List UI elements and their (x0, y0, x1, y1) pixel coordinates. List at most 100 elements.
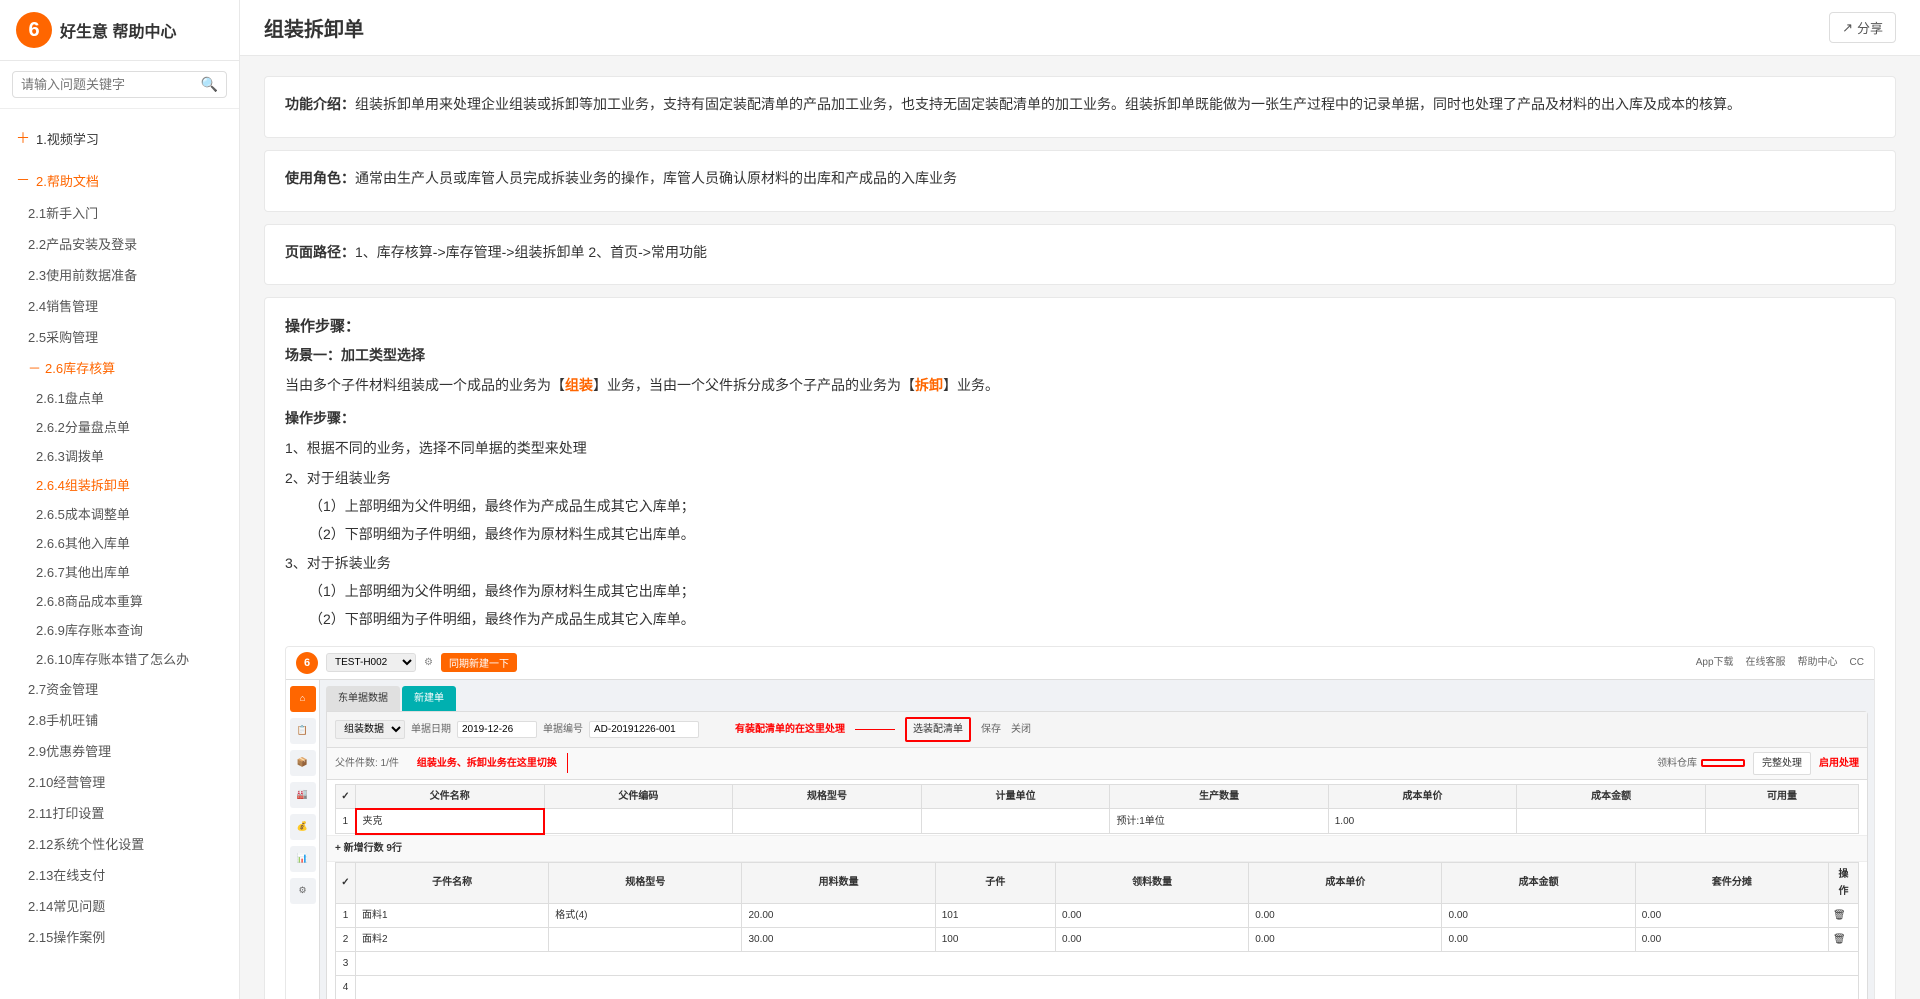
sidebar-item-purchase[interactable]: 2.5采购管理 (0, 321, 239, 352)
mock-ltr1-spec: 格式(4) (549, 903, 742, 927)
mock-order-icon[interactable]: 📋 (290, 718, 316, 744)
sidebar-item-faq[interactable]: 2.14常见问题 (0, 890, 239, 921)
sidebar-item-videos[interactable]: ＋ 1.视频学习 (0, 121, 239, 155)
mock-upper-table-area: ✓ 父件名称 父件编码 规格型号 计量单位 生产数量 成本单价 (327, 780, 1867, 835)
sidebar-item-mobile[interactable]: 2.8手机旺铺 (0, 704, 239, 735)
mock-lth-sub: 子件 (935, 862, 1055, 903)
mock-app-body: ⌂ 📋 📦 🏭 💰 📊 ⚙ 东单据数据 (286, 680, 1874, 999)
mock-goods-icon[interactable]: 📦 (290, 750, 316, 776)
annotation-enable-label: 启用处理 (1819, 758, 1859, 769)
mock-warehouse-area: 领料仓库 (1657, 755, 1745, 772)
mock-ltr3-idx: 3 (336, 951, 356, 975)
sidebar-item-dataprep[interactable]: 2.3使用前数据准备 (0, 259, 239, 290)
sidebar-item-inventory-count[interactable]: 2.6.1盘点单 (0, 383, 239, 412)
mock-window: 组装数据 拆卸 单据日期 单据编号 有装配清单的在这里处理 (326, 711, 1868, 999)
mock-new-btn[interactable]: 同期新建一下 (441, 653, 517, 672)
mock-settings-icon[interactable]: ⚙ (290, 878, 316, 904)
sidebar-item-helpdoc[interactable]: － 2.帮助文档 (0, 163, 239, 197)
mock-tabs: 东单据数据 新建单 (326, 686, 1868, 711)
nav-section-2: － 2.帮助文档 2.1新手入门 2.2产品安装及登录 2.3使用前数据准备 2… (0, 159, 239, 956)
mock-ltr1-name[interactable]: 面料1 (356, 903, 549, 927)
sidebar-nav: ＋ 1.视频学习 － 2.帮助文档 2.1新手入门 2.2产品安装及登录 2.3… (0, 109, 239, 999)
mock-version: ⚙ (424, 654, 433, 671)
annotation-switch: 组装业务、拆卸业务在这里切换 (417, 755, 557, 772)
sidebar-item-inventory-costadjust[interactable]: 2.6.5成本调整单 (0, 499, 239, 528)
mock-warehouse-input[interactable] (1701, 759, 1745, 767)
sidebar-item-inventory-costrecalc[interactable]: 2.6.8商品成本重算 (0, 586, 239, 615)
mock-lth-qty: 用料数量 (742, 862, 935, 903)
mock-lower-row-3: 3 (336, 951, 1859, 975)
sidebar-item-install[interactable]: 2.2产品安装及登录 (0, 228, 239, 259)
sidebar-item-sales[interactable]: 2.4销售管理 (0, 290, 239, 321)
mock-biztype-select[interactable]: 组装数据 拆卸 (335, 720, 405, 739)
sidebar-item-inventory-transfer[interactable]: 2.6.3调拨单 (0, 441, 239, 470)
mock-upper-cell-qty: 预计:1单位 (1110, 809, 1328, 834)
share-icon: ↗ (1842, 20, 1853, 36)
mock-ltr2-pick: 0.00 (1056, 927, 1249, 951)
step3-sub1: （1）上部明细为父件明细，最终作为原材料生成其它出库单； (309, 580, 1875, 604)
path-text: 页面路径：1、库存核算->库存管理->组装拆卸单 2、首页->常用功能 (285, 241, 1875, 265)
sidebar-item-cases[interactable]: 2.15操作案例 (0, 921, 239, 952)
screenshot-container: 6 TEST-H002 ⚙ 同期新建一下 App下载 在线客服 帮助中心 CC (285, 646, 1875, 999)
role-card: 使用角色：通常由生产人员或库管人员完成拆装业务的操作，库管人员确认原材料的出库和… (264, 150, 1896, 212)
search-wrap[interactable]: 🔍 (12, 71, 227, 98)
sidebar-item-inventory[interactable]: － 2.6库存核算 (0, 352, 239, 383)
plus-icon: ＋ (16, 128, 30, 148)
search-input[interactable] (21, 77, 201, 92)
step2-sub: （1）上部明细为父件明细，最终作为产成品生成其它入库单； （2）下部明细为子件明… (285, 495, 1875, 547)
mock-ltr4-empty (356, 975, 1859, 999)
mock-bom-btn[interactable]: 选装配清单 (905, 717, 971, 742)
sidebar-item-inventory-splitcount[interactable]: 2.6.2分量盘点单 (0, 412, 239, 441)
mock-home-icon[interactable]: ⌂ (290, 686, 316, 712)
mock-warehouse-icon[interactable]: 🏭 (290, 782, 316, 808)
mock-ltr2-ops[interactable]: 🗑 (1829, 927, 1859, 951)
screenshot-mock: 6 TEST-H002 ⚙ 同期新建一下 App下载 在线客服 帮助中心 CC (286, 647, 1874, 999)
sidebar-item-inventory-assembly[interactable]: 2.6.4组装拆卸单 (0, 470, 239, 499)
sidebar-item-coupon[interactable]: 2.9优惠券管理 (0, 735, 239, 766)
sidebar-search-area: 🔍 (0, 61, 239, 109)
mock-window-toolbar: 组装数据 拆卸 单据日期 单据编号 有装配清单的在这里处理 (327, 712, 1867, 748)
mock-ltr3-empty (356, 951, 1859, 975)
main-content: 功能介绍：组装拆卸单用来处理企业组装或拆卸等加工业务，支持有固定装配清单的产品加… (240, 56, 1920, 999)
mock-ltr1-ops[interactable]: 🗑 (1829, 903, 1859, 927)
mock-add-row[interactable]: + 新增行数 9行 (335, 840, 402, 857)
path-card: 页面路径：1、库存核算->库存管理->组装拆卸单 2、首页->常用功能 (264, 224, 1896, 286)
mock-close-btn[interactable]: 关闭 (1011, 721, 1031, 738)
mock-docno-input[interactable] (589, 721, 699, 738)
sidebar-item-inventory-otheroutbound[interactable]: 2.6.7其他出库单 (0, 557, 239, 586)
sidebar-item-inventory-otherinbound[interactable]: 2.6.6其他入库单 (0, 528, 239, 557)
mock-ltr2-spec (549, 927, 742, 951)
mock-tab-list[interactable]: 东单据数据 (326, 686, 400, 711)
mock-upper-cell-code (544, 809, 733, 834)
sidebar-item-inventory-ledger[interactable]: 2.6.9库存账本查询 (0, 615, 239, 644)
mock-confirm-btn[interactable]: 完整处理 (1753, 752, 1811, 775)
mock-save-btn[interactable]: 保存 (981, 721, 1001, 738)
mock-ltr1-idx: 1 (336, 903, 356, 927)
mock-lower-table-area: ✓ 子件名称 规格型号 用料数量 子件 领料数量 成本单价 成本 (327, 862, 1867, 999)
mock-upper-cell-spec (733, 809, 922, 834)
sidebar-item-personalize[interactable]: 2.12系统个性化设置 (0, 828, 239, 859)
sidebar-item-payment[interactable]: 2.13在线支付 (0, 859, 239, 890)
search-button[interactable]: 🔍 (201, 76, 218, 93)
mock-store-select[interactable]: TEST-H002 (326, 653, 416, 672)
annotation-switch-line (567, 753, 568, 773)
main-header: 组装拆卸单 ↗ 分享 (240, 0, 1920, 56)
mock-report-icon[interactable]: 📊 (290, 846, 316, 872)
mock-ltr2-qty: 30.00 (742, 927, 935, 951)
mock-ltr2-name[interactable]: 面料2 (356, 927, 549, 951)
sidebar-item-inventory-ledgererr[interactable]: 2.6.10库存账本错了怎么办 (0, 644, 239, 673)
mock-tab-new[interactable]: 新建单 (402, 686, 456, 711)
mock-app-download: App下载 (1696, 654, 1734, 671)
mock-divider: + 新增行数 9行 (327, 835, 1867, 862)
sidebar-item-ops[interactable]: 2.10经营管理 (0, 766, 239, 797)
mock-finance-icon[interactable]: 💰 (290, 814, 316, 840)
minus-icon: － (16, 170, 30, 190)
mock-upper-row-1: 1 夹克 预计:1单位 1.00 (336, 809, 1859, 834)
intro-text: 功能介绍：组装拆卸单用来处理企业组装或拆卸等加工业务，支持有固定装配清单的产品加… (285, 93, 1875, 117)
sidebar-item-finance[interactable]: 2.7资金管理 (0, 673, 239, 704)
sidebar-item-beginner[interactable]: 2.1新手入门 (0, 197, 239, 228)
share-button[interactable]: ↗ 分享 (1829, 12, 1896, 43)
sidebar-item-print[interactable]: 2.11打印设置 (0, 797, 239, 828)
mock-date-input[interactable] (457, 721, 537, 738)
mock-upper-cell-name[interactable]: 夹克 (356, 809, 545, 834)
